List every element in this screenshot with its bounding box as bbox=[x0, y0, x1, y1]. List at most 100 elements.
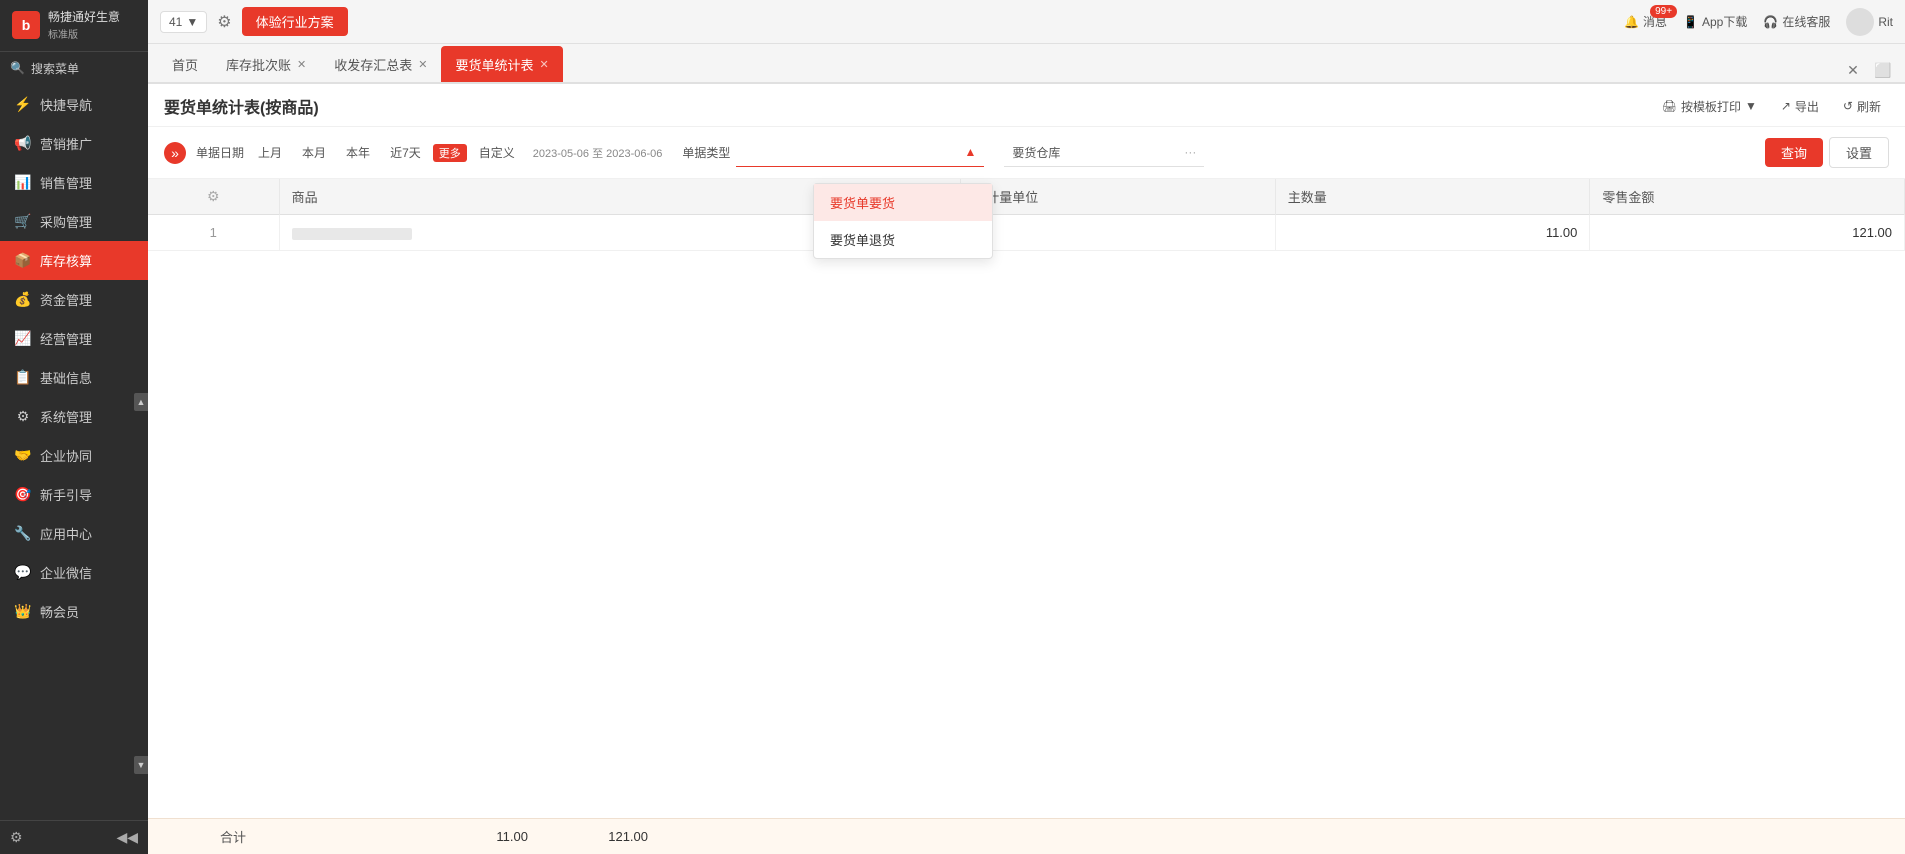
col-product-label: 商品 bbox=[292, 190, 318, 205]
type-select-arrow[interactable]: ▲ bbox=[964, 145, 976, 159]
dropdown-item-order-goods[interactable]: 要货单要货 bbox=[814, 184, 992, 221]
sidebar-scroll-up[interactable]: ▲ bbox=[134, 393, 148, 411]
user-profile-btn[interactable]: Rit bbox=[1846, 8, 1893, 36]
tab-label: 要货单统计表 bbox=[455, 55, 533, 74]
sidebar-item-vip[interactable]: 👑 畅会员 bbox=[0, 592, 148, 631]
purchase-icon: 🛒 bbox=[14, 212, 32, 230]
more-dates-btn[interactable]: 更多 bbox=[433, 144, 467, 162]
footer-amount: 121.00 bbox=[540, 829, 660, 844]
export-btn[interactable]: ↗ 导出 bbox=[1773, 95, 1827, 118]
sidebar-item-marketing[interactable]: 📢 营销推广 bbox=[0, 124, 148, 163]
custom-date-btn[interactable]: 自定义 bbox=[471, 142, 523, 163]
tab-home[interactable]: 首页 bbox=[158, 46, 212, 82]
row-unit: 块 bbox=[961, 215, 1276, 251]
download-icon: 📱 bbox=[1683, 15, 1698, 29]
settings-bottom-icon[interactable]: ⚙ bbox=[10, 829, 23, 846]
marketing-icon: 📢 bbox=[14, 134, 32, 152]
online-service-btn[interactable]: 🎧 在线客服 bbox=[1763, 13, 1830, 30]
set-button[interactable]: 设置 bbox=[1829, 137, 1889, 168]
type-filter-label: 单据类型 bbox=[682, 144, 730, 161]
this-year-btn[interactable]: 本年 bbox=[338, 142, 378, 163]
sidebar-item-label: 畅会员 bbox=[40, 602, 79, 621]
dropdown-item-order-return[interactable]: 要货单退货 bbox=[814, 221, 992, 258]
sidebar-item-wechat[interactable]: 💬 企业微信 bbox=[0, 553, 148, 592]
vip-icon: 👑 bbox=[14, 602, 32, 620]
col-settings: ⚙ bbox=[148, 179, 279, 215]
search-label: 搜索菜单 bbox=[31, 60, 79, 77]
company-selector[interactable]: 41 ▼ bbox=[160, 11, 207, 33]
user-name: Rit bbox=[1878, 15, 1893, 29]
header-settings-icon[interactable]: ⚙ bbox=[217, 12, 231, 32]
tab-receive-summary[interactable]: 收发存汇总表 ✕ bbox=[320, 46, 441, 82]
sidebar-item-finance[interactable]: 💰 资金管理 bbox=[0, 280, 148, 319]
sidebar-item-label: 基础信息 bbox=[40, 368, 92, 387]
refresh-btn[interactable]: ↺ 刷新 bbox=[1835, 95, 1889, 118]
close-all-tabs-btn[interactable]: ✕ bbox=[1841, 58, 1865, 82]
page-header: 要货单统计表(按商品) 🖨 按模板打印 ▼ ↗ 导出 ↺ 刷新 bbox=[148, 84, 1905, 127]
footer-quantity: 11.00 bbox=[420, 829, 540, 844]
type-filter-group: 单据类型 ▲ bbox=[682, 138, 984, 167]
query-button[interactable]: 查询 bbox=[1765, 138, 1823, 167]
tab-inventory-batch[interactable]: 库存批次账 ✕ bbox=[212, 46, 320, 82]
search-menu[interactable]: 🔍 搜索菜单 bbox=[0, 52, 148, 85]
date-quick-btns: 上月 本月 本年 近7天 更多 自定义 bbox=[250, 142, 523, 163]
sidebar-scroll-down[interactable]: ▼ bbox=[134, 756, 148, 774]
sidebar-item-inventory[interactable]: 📦 库存核算 bbox=[0, 241, 148, 280]
sidebar-item-apps[interactable]: 🔧 应用中心 bbox=[0, 514, 148, 553]
tab-close-btn[interactable]: ✕ bbox=[540, 58, 549, 71]
tab-label: 收发存汇总表 bbox=[334, 55, 412, 74]
col-amount-label: 零售金额 bbox=[1602, 190, 1654, 205]
sidebar-item-sales[interactable]: 📊 销售管理 bbox=[0, 163, 148, 202]
table-row: 1 块 11.00 121.00 bbox=[148, 215, 1905, 251]
row-amount: 121.00 bbox=[1590, 215, 1905, 251]
maximize-btn[interactable]: ⬜ bbox=[1871, 58, 1895, 82]
sidebar-item-label: 企业微信 bbox=[40, 563, 92, 582]
app-download-label: App下载 bbox=[1702, 13, 1747, 30]
sidebar-item-basic[interactable]: 📋 基础信息 bbox=[0, 358, 148, 397]
export-label: 导出 bbox=[1795, 98, 1819, 115]
tab-close-btn[interactable]: ✕ bbox=[418, 58, 427, 71]
sidebar-item-label: 企业协同 bbox=[40, 446, 92, 465]
basic-icon: 📋 bbox=[14, 368, 32, 386]
date-range-display: 2023-05-06 至 2023-06-06 bbox=[533, 145, 663, 161]
warehouse-filter[interactable]: 要货仓库 ··· bbox=[1004, 139, 1204, 167]
date-filter-label: 单据日期 bbox=[196, 144, 244, 161]
tab-home-label: 首页 bbox=[172, 55, 198, 74]
page-title: 要货单统计表(按商品) bbox=[164, 94, 319, 118]
this-month-btn[interactable]: 本月 bbox=[294, 142, 334, 163]
app-download-btn[interactable]: 📱 App下载 bbox=[1683, 13, 1747, 30]
sidebar-item-purchase[interactable]: 🛒 采购管理 bbox=[0, 202, 148, 241]
row-quantity: 11.00 bbox=[1275, 215, 1590, 251]
sidebar-item-enterprise[interactable]: 🤝 企业协同 bbox=[0, 436, 148, 475]
warehouse-label: 要货仓库 bbox=[1012, 144, 1060, 161]
header-right: 🔔 消息 99+ 📱 App下载 🎧 在线客服 Rit bbox=[1624, 8, 1893, 36]
messages-btn[interactable]: 🔔 消息 99+ bbox=[1624, 13, 1667, 30]
export-icon: ↗ bbox=[1781, 99, 1791, 113]
tab-order-stats[interactable]: 要货单统计表 ✕ bbox=[441, 46, 562, 82]
last-7-days-btn[interactable]: 近7天 bbox=[382, 142, 429, 163]
trial-button[interactable]: 体验行业方案 bbox=[242, 7, 348, 36]
page-actions: 🖨 按模板打印 ▼ ↗ 导出 ↺ 刷新 bbox=[1654, 95, 1889, 118]
collapse-sidebar-btn[interactable]: ◀◀ bbox=[116, 829, 138, 846]
sidebar-item-label: 新手引导 bbox=[40, 485, 92, 504]
sidebar-item-newbie[interactable]: 🎯 新手引导 bbox=[0, 475, 148, 514]
warehouse-more-icon[interactable]: ··· bbox=[1184, 145, 1196, 159]
chevron-down-icon: ▼ bbox=[1745, 99, 1757, 113]
type-dropdown: 要货单要货 要货单退货 bbox=[813, 183, 993, 259]
print-btn[interactable]: 🖨 按模板打印 ▼ bbox=[1654, 95, 1765, 118]
col-settings-icon[interactable]: ⚙ bbox=[207, 188, 220, 204]
sidebar-item-system[interactable]: ⚙ 系统管理 bbox=[0, 397, 148, 436]
type-select-input[interactable] bbox=[744, 145, 964, 159]
tab-close-btn[interactable]: ✕ bbox=[297, 58, 306, 71]
finance-icon: 💰 bbox=[14, 290, 32, 308]
col-quantity: 主数量 bbox=[1275, 179, 1590, 215]
messages-badge: 99+ bbox=[1650, 5, 1677, 18]
type-select[interactable]: ▲ bbox=[736, 138, 984, 167]
sidebar-item-operations[interactable]: 📈 经营管理 bbox=[0, 319, 148, 358]
user-avatar bbox=[1846, 8, 1874, 36]
table-footer: 合计 11.00 121.00 bbox=[148, 818, 1905, 854]
last-month-btn[interactable]: 上月 bbox=[250, 142, 290, 163]
newbie-icon: 🎯 bbox=[14, 485, 32, 503]
sidebar-item-quick-nav[interactable]: ⚡ 快捷导航 bbox=[0, 85, 148, 124]
expand-filter-btn[interactable]: » bbox=[164, 142, 186, 164]
